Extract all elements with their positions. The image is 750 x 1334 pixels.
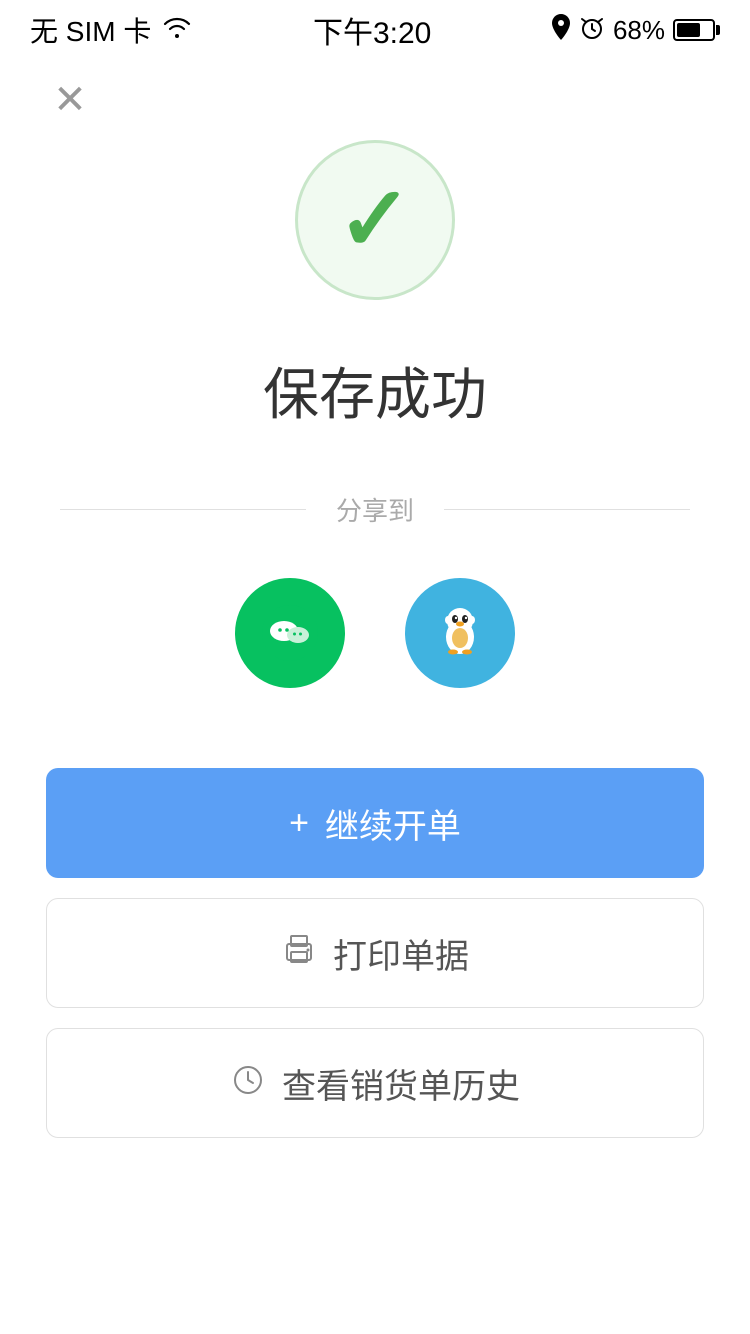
battery-percent: 68% — [613, 15, 665, 46]
history-icon — [230, 1062, 266, 1104]
qq-share-button[interactable] — [405, 578, 515, 688]
share-icons-row — [235, 578, 515, 688]
continue-button[interactable]: + 继续开单 — [46, 768, 704, 878]
action-buttons: + 继续开单 打印单据 查看销货单历史 — [0, 768, 750, 1138]
wechat-share-button[interactable] — [235, 578, 345, 688]
close-icon: ✕ — [53, 80, 87, 120]
success-title: 保存成功 — [263, 350, 487, 431]
continue-label: 继续开单 — [325, 799, 461, 848]
share-divider-text: 分享到 — [306, 491, 444, 528]
divider-line-right — [444, 509, 690, 510]
qq-icon — [428, 601, 492, 665]
continue-icon: + — [289, 806, 309, 840]
status-left: 无 SIM 卡 — [30, 10, 193, 50]
history-button[interactable]: 查看销货单历史 — [46, 1028, 704, 1138]
location-icon — [551, 14, 571, 47]
alarm-icon — [579, 14, 605, 47]
divider-line-left — [60, 509, 306, 510]
print-button[interactable]: 打印单据 — [46, 898, 704, 1008]
status-time: 下午3:20 — [313, 8, 431, 52]
wechat-icon — [258, 601, 322, 665]
status-bar: 无 SIM 卡 下午3:20 68% — [0, 0, 750, 60]
battery-icon — [673, 19, 720, 41]
status-right: 68% — [551, 14, 720, 47]
close-button[interactable]: ✕ — [40, 70, 100, 130]
carrier-text: 无 SIM 卡 — [30, 10, 151, 50]
history-label: 查看销货单历史 — [282, 1059, 520, 1108]
print-label: 打印单据 — [333, 929, 469, 978]
wifi-icon — [161, 14, 193, 46]
print-icon — [281, 932, 317, 974]
success-icon-circle: ✓ — [295, 140, 455, 300]
main-content: ✓ 保存成功 分享到 — [0, 60, 750, 1138]
checkmark-icon: ✓ — [337, 175, 412, 265]
share-divider: 分享到 — [0, 491, 750, 528]
